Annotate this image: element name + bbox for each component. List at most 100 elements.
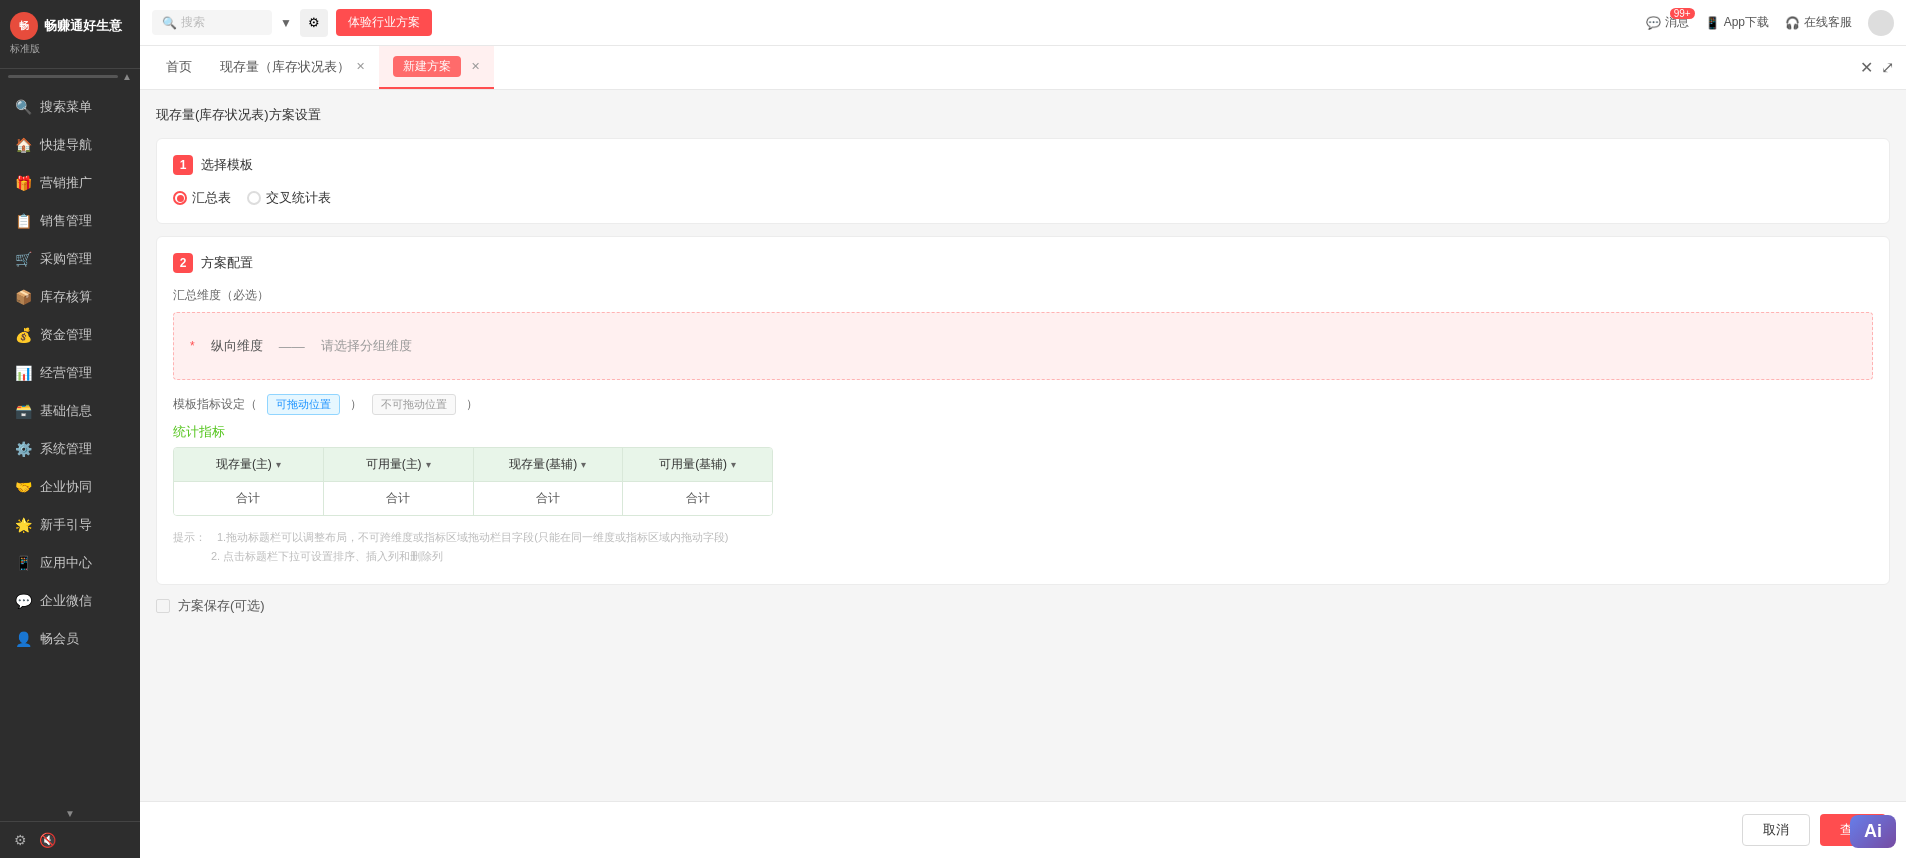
tab-new-plan-label: 新建方案	[393, 56, 461, 77]
indicator-label-text: 模板指标设定（	[173, 396, 257, 413]
message-icon: 💬	[1646, 16, 1661, 30]
stats-col-2-body: 合计	[324, 481, 474, 515]
brand-edition: 标准版	[10, 42, 130, 56]
brand: 畅 畅赚通好生意	[10, 12, 130, 40]
wechat-icon: 💬	[14, 592, 32, 610]
nav-label-system: 系统管理	[40, 440, 92, 458]
handshake-icon: 🤝	[14, 478, 32, 496]
database-icon: 🗃️	[14, 402, 32, 420]
message-badge: 99+	[1670, 8, 1695, 19]
chevron-down-icon-2: ▾	[426, 459, 431, 470]
dimension-placeholder: 请选择分组维度	[321, 337, 412, 355]
page-content: 现存量(库存状况表)方案设置 1 选择模板 汇总表 交叉统计表 2	[140, 90, 1906, 801]
search-placeholder: 搜索	[181, 14, 205, 31]
footer-settings-icon[interactable]: ⚙	[14, 832, 27, 848]
topbar-search-box[interactable]: 🔍 搜索	[152, 10, 272, 35]
sales-icon: 📋	[14, 212, 32, 230]
tip-line-1: 提示： 1.拖动标题栏可以调整布局，不可跨维度或指标区域拖动栏目字段(只能在同一…	[173, 530, 1873, 545]
topbar-gear-btn[interactable]: ⚙	[300, 9, 328, 37]
indicator-settings-label: 模板指标设定（ 可拖动位置 ） 不可拖动位置 ）	[173, 394, 1873, 415]
tips-area: 提示： 1.拖动标题栏可以调整布局，不可跨维度或指标区域拖动栏目字段(只能在同一…	[173, 530, 1873, 564]
stats-col-2-header[interactable]: 可用量(主) ▾	[324, 448, 474, 481]
scroll-up-btn[interactable]: ▲	[122, 71, 132, 82]
sidebar-item-finance[interactable]: 💰 资金管理	[0, 316, 140, 354]
ai-badge[interactable]: Ai	[1850, 815, 1896, 848]
sidebar-item-quick-nav[interactable]: 🏠 快捷导航	[0, 126, 140, 164]
sidebar-item-sales[interactable]: 📋 销售管理	[0, 202, 140, 240]
step1-header: 1 选择模板	[173, 155, 1873, 175]
trial-plan-button[interactable]: 体验行业方案	[336, 9, 432, 36]
online-service-btn[interactable]: 🎧 在线客服	[1785, 14, 1852, 31]
footer-sound-icon[interactable]: 🔇	[39, 832, 56, 848]
sidebar-nav: 🔍 搜索菜单 🏠 快捷导航 🎁 营销推广 📋 销售管理 🛒 采购管理 📦 库存核…	[0, 84, 140, 806]
gift-icon: 🎁	[14, 174, 32, 192]
stats-col-4-header[interactable]: 可用量(基辅) ▾	[623, 448, 772, 481]
tab-home[interactable]: 首页	[152, 48, 206, 88]
nav-label-member: 畅会员	[40, 630, 79, 648]
step2-title: 方案配置	[201, 254, 253, 272]
user-avatar[interactable]	[1868, 10, 1894, 36]
expand-panel-icon[interactable]: ⤢	[1881, 58, 1894, 77]
sidebar-item-purchase[interactable]: 🛒 采购管理	[0, 240, 140, 278]
dimension-dash: ——	[279, 339, 305, 354]
stats-col-1-header[interactable]: 现存量(主) ▾	[174, 448, 324, 481]
page-title: 现存量(库存状况表)方案设置	[156, 106, 1890, 124]
sidebar-item-inventory[interactable]: 📦 库存核算	[0, 278, 140, 316]
gear-icon: ⚙️	[14, 440, 32, 458]
member-icon: 👤	[14, 630, 32, 648]
nav-label-finance: 资金管理	[40, 326, 92, 344]
app-icon: 📱	[1705, 16, 1720, 30]
sidebar-footer: ⚙ 🔇	[0, 821, 140, 858]
radio-cross[interactable]: 交叉统计表	[247, 189, 331, 207]
sidebar-item-search-menu[interactable]: 🔍 搜索菜单	[0, 88, 140, 126]
tip-line-2: 2. 点击标题栏下拉可设置排序、插入列和删除列	[173, 549, 1873, 564]
stats-section-title: 统计指标	[173, 423, 1873, 441]
chart-icon: 📊	[14, 364, 32, 382]
brand-logo: 畅	[10, 12, 38, 40]
sidebar-item-basic-info[interactable]: 🗃️ 基础信息	[0, 392, 140, 430]
sidebar-item-marketing[interactable]: 🎁 营销推广	[0, 164, 140, 202]
nav-label-purchase: 采购管理	[40, 250, 92, 268]
chevron-down-icon-3: ▾	[581, 459, 586, 470]
tab-inventory-label: 现存量（库存状况表）	[220, 58, 350, 76]
tab-new-plan-close-btn[interactable]: ✕	[471, 60, 480, 73]
stats-col-4-body: 合计	[623, 481, 772, 515]
star-icon: 🌟	[14, 516, 32, 534]
cancel-button[interactable]: 取消	[1742, 814, 1810, 846]
sidebar-item-app-center[interactable]: 📱 应用中心	[0, 544, 140, 582]
topbar: 🔍 搜索 ▼ ⚙ 体验行业方案 💬 消息 99+ 📱 App下载 🎧 在线客服	[140, 0, 1906, 46]
nav-label-inventory: 库存核算	[40, 288, 92, 306]
close-panel-icon[interactable]: ✕	[1860, 58, 1873, 77]
nav-label-basic-info: 基础信息	[40, 402, 92, 420]
main-area: 🔍 搜索 ▼ ⚙ 体验行业方案 💬 消息 99+ 📱 App下载 🎧 在线客服	[140, 0, 1906, 858]
tab-inventory-close-btn[interactable]: ✕	[356, 60, 365, 73]
nav-label-operations: 经营管理	[40, 364, 92, 382]
chevron-down-icon-1: ▾	[276, 459, 281, 470]
footer-bar: 取消 查询	[140, 801, 1906, 858]
scroll-down-btn[interactable]: ▼	[65, 808, 75, 819]
nav-label-enterprise: 企业协同	[40, 478, 92, 496]
stats-col-3-header[interactable]: 现存量(基辅) ▾	[474, 448, 624, 481]
save-plan-checkbox[interactable]	[156, 599, 170, 613]
indicator-suffix: ）	[466, 396, 478, 413]
sidebar-item-guide[interactable]: 🌟 新手引导	[0, 506, 140, 544]
message-btn[interactable]: 💬 消息 99+	[1646, 14, 1689, 31]
radio-summary[interactable]: 汇总表	[173, 189, 231, 207]
dropdown-arrow-icon[interactable]: ▼	[280, 16, 292, 30]
dimension-drop-zone[interactable]: * 纵向维度 —— 请选择分组维度	[173, 312, 1873, 380]
search-icon: 🔍	[14, 98, 32, 116]
radio-cross-label: 交叉统计表	[266, 189, 331, 207]
sidebar-item-system[interactable]: ⚙️ 系统管理	[0, 430, 140, 468]
sidebar-item-enterprise[interactable]: 🤝 企业协同	[0, 468, 140, 506]
tab-new-plan[interactable]: 新建方案 ✕	[379, 46, 494, 89]
sidebar-item-wechat[interactable]: 💬 企业微信	[0, 582, 140, 620]
sidebar-item-member[interactable]: 👤 畅会员	[0, 620, 140, 658]
tab-inventory-status[interactable]: 现存量（库存状况表） ✕	[206, 48, 379, 88]
sidebar-header: 畅 畅赚通好生意 标准版	[0, 0, 140, 69]
app-download-btn[interactable]: 📱 App下载	[1705, 14, 1769, 31]
nav-label-wechat: 企业微信	[40, 592, 92, 610]
stats-table-body: 合计 合计 合计 合计	[174, 481, 772, 515]
sidebar-item-operations[interactable]: 📊 经营管理	[0, 354, 140, 392]
nav-label-app-center: 应用中心	[40, 554, 92, 572]
money-icon: 💰	[14, 326, 32, 344]
